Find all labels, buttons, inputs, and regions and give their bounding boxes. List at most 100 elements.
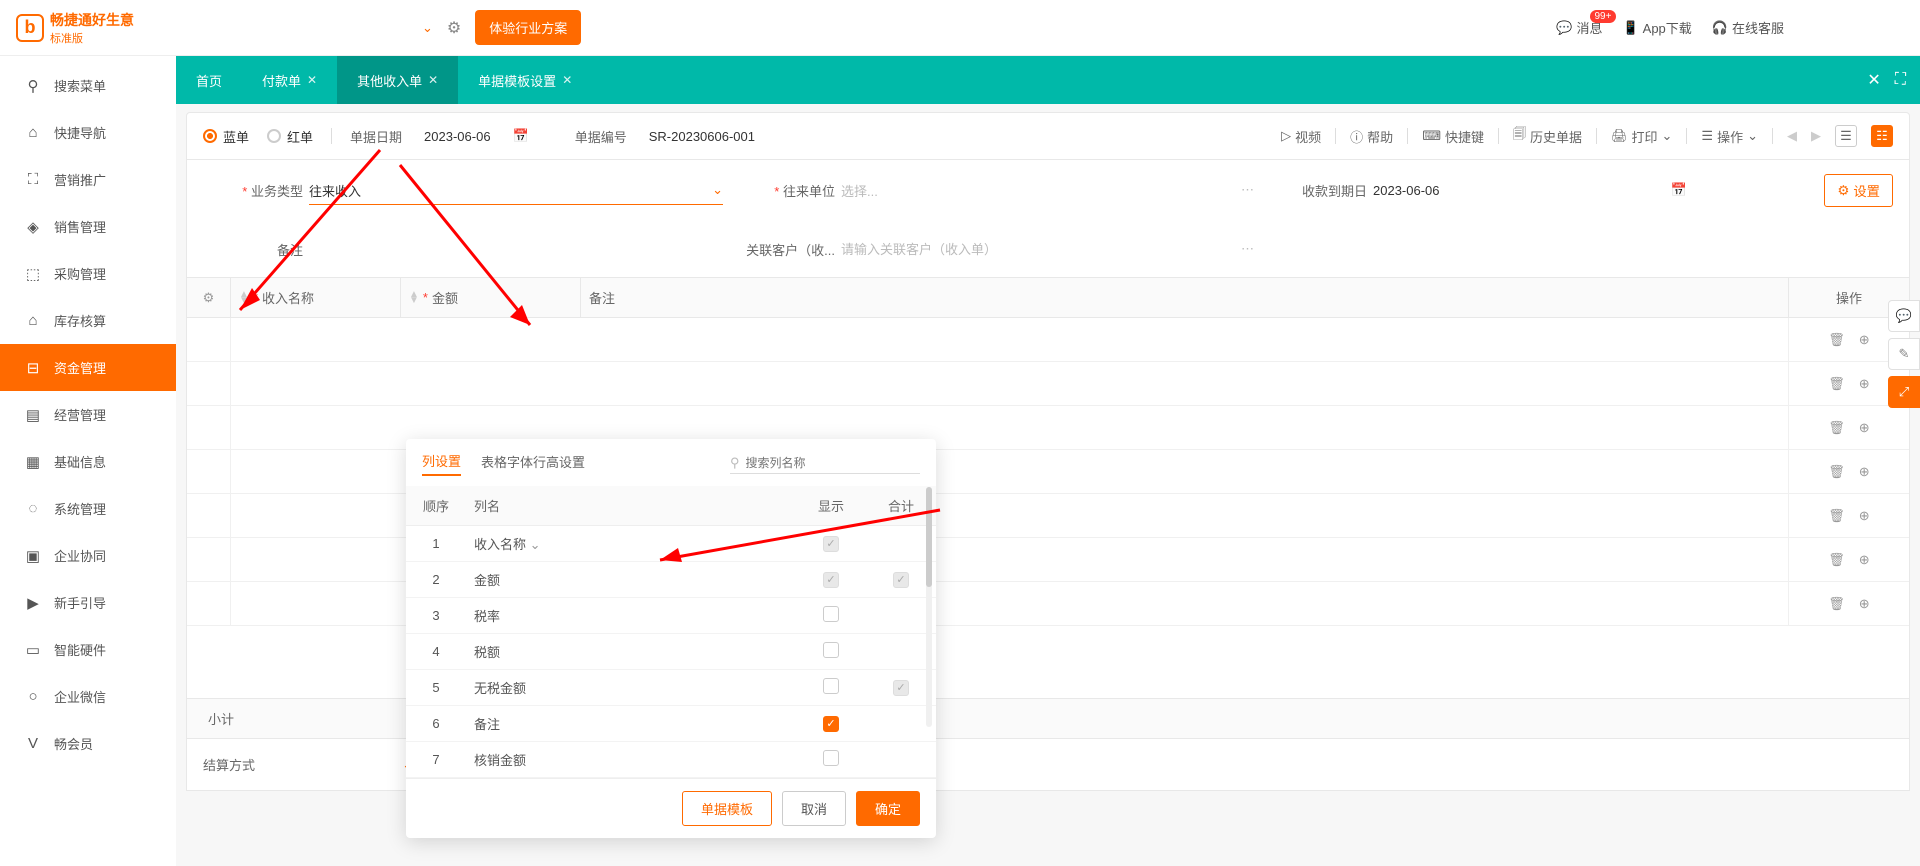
view-list-icon[interactable]: ☰ <box>1835 125 1857 147</box>
note-input[interactable] <box>309 245 723 254</box>
float-buttons: 💬 ✎ ⤢ <box>1888 300 1920 408</box>
tab-2[interactable]: 其他收入单✕ <box>337 56 458 104</box>
delete-icon[interactable]: 🗑 <box>1828 332 1845 348</box>
popup-tab-font[interactable]: 表格字体行高设置 <box>481 452 585 475</box>
sidebar-item-12[interactable]: ▭智能硬件 <box>0 626 176 673</box>
shortcut-button[interactable]: ⌨ 快捷键 <box>1422 127 1484 146</box>
copy-icon[interactable]: ⊕ <box>1859 420 1870 436</box>
sidebar-item-1[interactable]: ⌂快捷导航 <box>0 109 176 156</box>
checkbox-icon[interactable] <box>823 678 839 694</box>
close-icon[interactable]: ✕ <box>428 73 438 87</box>
print-button[interactable]: 🖨 打印 ⌄ <box>1611 127 1672 146</box>
messages-button[interactable]: 💬消息 99+ <box>1556 18 1602 37</box>
copy-icon[interactable]: ⊕ <box>1859 332 1870 348</box>
copy-icon[interactable]: ⊕ <box>1859 376 1870 392</box>
logo-icon: b <box>16 14 44 42</box>
search-icon: ⚲ <box>730 455 740 471</box>
sidebar-item-9[interactable]: ◌系统管理 <box>0 485 176 532</box>
float-edit-icon[interactable]: ✎ <box>1888 338 1920 370</box>
template-button[interactable]: 单据模板 <box>682 791 772 826</box>
ok-button[interactable]: 确定 <box>856 791 920 826</box>
tab-0[interactable]: 首页 <box>176 56 242 104</box>
checkbox-icon[interactable]: ✓ <box>823 716 839 732</box>
tab-close-icon[interactable]: ✕ <box>1867 70 1880 90</box>
popup-search[interactable]: ⚲ <box>730 453 920 474</box>
radio-blue[interactable]: 蓝单 <box>203 127 249 146</box>
video-button[interactable]: ▷ 视频 <box>1281 127 1321 146</box>
copy-icon[interactable]: ⊕ <box>1859 596 1870 612</box>
delete-icon[interactable]: 🗑 <box>1828 420 1845 436</box>
settle-select[interactable]: ⌄ <box>273 757 413 773</box>
delete-icon[interactable]: 🗑 <box>1828 464 1845 480</box>
due-date-input[interactable]: 2023-06-06📅 <box>1373 178 1687 203</box>
sidebar-item-13[interactable]: ○企业微信 <box>0 673 176 720</box>
col-note[interactable]: 备注 <box>581 278 1789 317</box>
nav-next-icon[interactable]: ▶ <box>1811 128 1821 144</box>
radio-red[interactable]: 红单 <box>267 127 313 146</box>
sidebar-item-8[interactable]: ▦基础信息 <box>0 438 176 485</box>
column-settings-button[interactable]: ⚙ <box>187 278 231 317</box>
sidebar-item-0[interactable]: ⚲搜索菜单 <box>0 62 176 109</box>
settings-button[interactable]: ⚙ 设置 <box>1824 174 1893 207</box>
checkbox-icon[interactable] <box>823 606 839 622</box>
float-expand-icon[interactable]: ⤢ <box>1888 376 1920 408</box>
checkbox-icon[interactable]: ✓ <box>893 680 909 696</box>
trial-button[interactable]: 体验行业方案 <box>475 10 581 45</box>
table-row[interactable]: 🗑⊕ <box>187 362 1909 406</box>
float-chat-icon[interactable]: 💬 <box>1888 300 1920 332</box>
delete-icon[interactable]: 🗑 <box>1828 552 1845 568</box>
sidebar-item-14[interactable]: V畅会员 <box>0 720 176 767</box>
sidebar-item-6[interactable]: ⊟资金管理 <box>0 344 176 391</box>
gear-icon[interactable]: ⚙ <box>447 18 461 38</box>
sidebar-label: 快捷导航 <box>54 123 106 142</box>
sidebar-item-7[interactable]: ▤经营管理 <box>0 391 176 438</box>
popup-search-input[interactable] <box>746 456 920 470</box>
form-row-1: * 业务类型 往来收入⌄ * 往来单位 选择...⋯ 收款到期日 2023-06… <box>186 160 1910 221</box>
help-button[interactable]: ⓘ 帮助 <box>1350 127 1393 146</box>
more-icon: ⋯ <box>1241 241 1255 257</box>
party-select[interactable]: 选择...⋯ <box>841 177 1255 205</box>
popup-row: 7核销金额 <box>406 742 936 778</box>
biz-type-select[interactable]: 往来收入⌄ <box>309 177 723 205</box>
sidebar-item-3[interactable]: ◈销售管理 <box>0 203 176 250</box>
close-icon[interactable]: ✕ <box>562 73 572 87</box>
copy-icon[interactable]: ⊕ <box>1859 552 1870 568</box>
checkbox-icon[interactable] <box>823 750 839 766</box>
tab-expand-icon[interactable]: ⛶ <box>1895 71 1906 89</box>
col-name[interactable]: ▲▼*收入名称 <box>231 278 401 317</box>
checkbox-icon[interactable]: ✓ <box>823 536 839 552</box>
delete-icon[interactable]: 🗑 <box>1828 508 1845 524</box>
sidebar-item-10[interactable]: ▣企业协同 <box>0 532 176 579</box>
calendar-icon[interactable]: 📅 <box>513 128 529 144</box>
tab-1[interactable]: 付款单✕ <box>242 56 337 104</box>
ops-button[interactable]: ☰ 操作 ⌄ <box>1701 127 1758 146</box>
view-grid-icon[interactable]: ☷ <box>1871 125 1893 147</box>
history-button[interactable]: 🗐 历史单据 <box>1513 125 1582 147</box>
table-row[interactable]: 🗑⊕ <box>187 318 1909 362</box>
delete-icon[interactable]: 🗑 <box>1828 596 1845 612</box>
date-value[interactable]: 2023-06-06 <box>424 129 491 144</box>
cancel-button[interactable]: 取消 <box>782 791 846 826</box>
checkbox-icon[interactable]: ✓ <box>823 572 839 588</box>
popup-scrollbar[interactable] <box>926 487 932 727</box>
copy-icon[interactable]: ⊕ <box>1859 508 1870 524</box>
checkbox-icon[interactable] <box>823 642 839 658</box>
tab-3[interactable]: 单据模板设置✕ <box>458 56 592 104</box>
popup-tab-columns[interactable]: 列设置 <box>422 451 461 476</box>
sidebar-item-11[interactable]: ▶新手引导 <box>0 579 176 626</box>
service-button[interactable]: 🎧在线客服 <box>1712 18 1784 37</box>
popup-row: 5无税金额✓ <box>406 670 936 706</box>
org-dropdown[interactable]: ⌄ <box>216 20 433 36</box>
checkbox-icon[interactable]: ✓ <box>893 572 909 588</box>
sidebar-item-2[interactable]: ⛶营销推广 <box>0 156 176 203</box>
sidebar-item-5[interactable]: ⌂库存核算 <box>0 297 176 344</box>
related-customer-input[interactable]: 请输入关联客户（收入单）⋯ <box>841 235 1255 263</box>
form-row-2: 备注 关联客户（收... 请输入关联客户（收入单）⋯ <box>186 221 1910 277</box>
col-amount[interactable]: ▲▼*金额 <box>401 278 581 317</box>
sidebar-item-4[interactable]: ⬚采购管理 <box>0 250 176 297</box>
app-download-button[interactable]: 📱App下载 <box>1622 18 1691 37</box>
close-icon[interactable]: ✕ <box>307 73 317 87</box>
copy-icon[interactable]: ⊕ <box>1859 464 1870 480</box>
delete-icon[interactable]: 🗑 <box>1828 376 1845 392</box>
nav-prev-icon[interactable]: ◀ <box>1787 128 1797 144</box>
